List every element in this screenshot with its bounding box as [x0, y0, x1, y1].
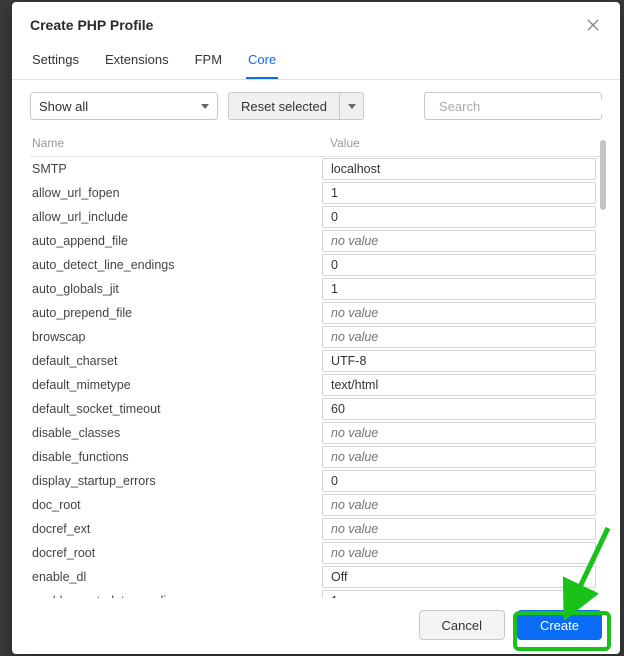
setting-name: enable_dl: [30, 570, 322, 584]
setting-name: auto_globals_jit: [30, 282, 322, 296]
column-header-value: Value: [322, 136, 602, 150]
table-row: enable_dl: [30, 565, 596, 589]
setting-value-input[interactable]: [322, 566, 596, 588]
table-row: SMTP: [30, 157, 596, 181]
tab-core[interactable]: Core: [246, 44, 278, 79]
setting-name: default_charset: [30, 354, 322, 368]
setting-value-input[interactable]: [322, 206, 596, 228]
table-row: auto_detect_line_endings: [30, 253, 596, 277]
setting-value-input[interactable]: [322, 230, 596, 252]
table-body[interactable]: SMTP allow_url_fopen allow_url_includeauto…: [30, 157, 602, 598]
setting-name: auto_prepend_file: [30, 306, 322, 320]
search-field[interactable]: [424, 92, 602, 120]
chevron-down-icon: [348, 104, 356, 109]
setting-value-input[interactable]: [322, 374, 596, 396]
close-button[interactable]: [584, 16, 602, 34]
setting-value-input[interactable]: [322, 446, 596, 468]
table-row: allow_url_fopen: [30, 181, 596, 205]
setting-name: docref_root: [30, 546, 322, 560]
tab-extensions[interactable]: Extensions: [103, 44, 171, 79]
filter-select-label: Show all: [39, 99, 88, 114]
setting-value-input[interactable]: [322, 398, 596, 420]
reset-selected-split[interactable]: [340, 92, 364, 120]
table-row: auto_prepend_file: [30, 301, 596, 325]
setting-value-input[interactable]: [322, 278, 596, 300]
scrollbar-thumb[interactable]: [600, 140, 606, 210]
setting-value-input[interactable]: [322, 302, 596, 324]
setting-name: default_mimetype: [30, 378, 322, 392]
setting-name: enable_post_data_reading: [30, 594, 322, 598]
chevron-down-icon: [201, 104, 209, 109]
table-row: default_socket_timeout: [30, 397, 596, 421]
setting-value-input[interactable]: [322, 158, 596, 180]
setting-value-input[interactable]: [322, 422, 596, 444]
create-php-profile-modal: Create PHP Profile Settings Extensions FPM…: [12, 2, 620, 654]
table-row: disable_functions: [30, 445, 596, 469]
table-row: disable_classes: [30, 421, 596, 445]
table-row: browscap: [30, 325, 596, 349]
setting-name: allow_url_fopen: [30, 186, 322, 200]
setting-value-input[interactable]: [322, 182, 596, 204]
table-row: docref_ext: [30, 517, 596, 541]
modal-header: Create PHP Profile: [12, 2, 620, 44]
setting-name: docref_ext: [30, 522, 322, 536]
table-header: Name Value: [30, 130, 602, 157]
tab-settings[interactable]: Settings: [30, 44, 81, 79]
table-row: display_startup_errors: [30, 469, 596, 493]
modal-title: Create PHP Profile: [30, 17, 153, 33]
setting-name: disable_functions: [30, 450, 322, 464]
table-row: allow_url_include: [30, 205, 596, 229]
setting-value-input[interactable]: [322, 350, 596, 372]
setting-name: default_socket_timeout: [30, 402, 322, 416]
settings-table: Name Value SMTP allow_url_fopen allow_url_…: [30, 130, 602, 598]
setting-value-input[interactable]: [322, 470, 596, 492]
table-row: default_charset: [30, 349, 596, 373]
setting-value-input[interactable]: [322, 542, 596, 564]
column-header-name: Name: [30, 136, 322, 150]
create-button[interactable]: Create: [517, 610, 602, 640]
setting-name: doc_root: [30, 498, 322, 512]
table-row: docref_root: [30, 541, 596, 565]
table-row: auto_append_file: [30, 229, 596, 253]
setting-name: browscap: [30, 330, 322, 344]
modal-footer: Cancel Create: [12, 598, 620, 654]
search-input[interactable]: [439, 99, 615, 114]
filter-select[interactable]: Show all: [30, 92, 218, 120]
toolbar: Show all Reset selected: [12, 80, 620, 130]
setting-name: disable_classes: [30, 426, 322, 440]
table-row: auto_globals_jit: [30, 277, 596, 301]
setting-value-input[interactable]: [322, 518, 596, 540]
setting-name: allow_url_include: [30, 210, 322, 224]
setting-name: display_startup_errors: [30, 474, 322, 488]
setting-value-input[interactable]: [322, 326, 596, 348]
reset-selected-button[interactable]: Reset selected: [228, 92, 340, 120]
table-row: enable_post_data_reading: [30, 589, 596, 598]
setting-name: SMTP: [30, 162, 322, 176]
table-row: doc_root: [30, 493, 596, 517]
setting-value-input[interactable]: [322, 254, 596, 276]
setting-name: auto_detect_line_endings: [30, 258, 322, 272]
tabs: Settings Extensions FPM Core: [12, 44, 620, 80]
close-icon: [587, 19, 599, 31]
setting-value-input[interactable]: [322, 494, 596, 516]
cancel-button[interactable]: Cancel: [419, 610, 505, 640]
reset-selected-group: Reset selected: [228, 92, 364, 120]
tab-fpm[interactable]: FPM: [193, 44, 224, 79]
setting-name: auto_append_file: [30, 234, 322, 248]
setting-value-input[interactable]: [322, 590, 596, 598]
table-row: default_mimetype: [30, 373, 596, 397]
